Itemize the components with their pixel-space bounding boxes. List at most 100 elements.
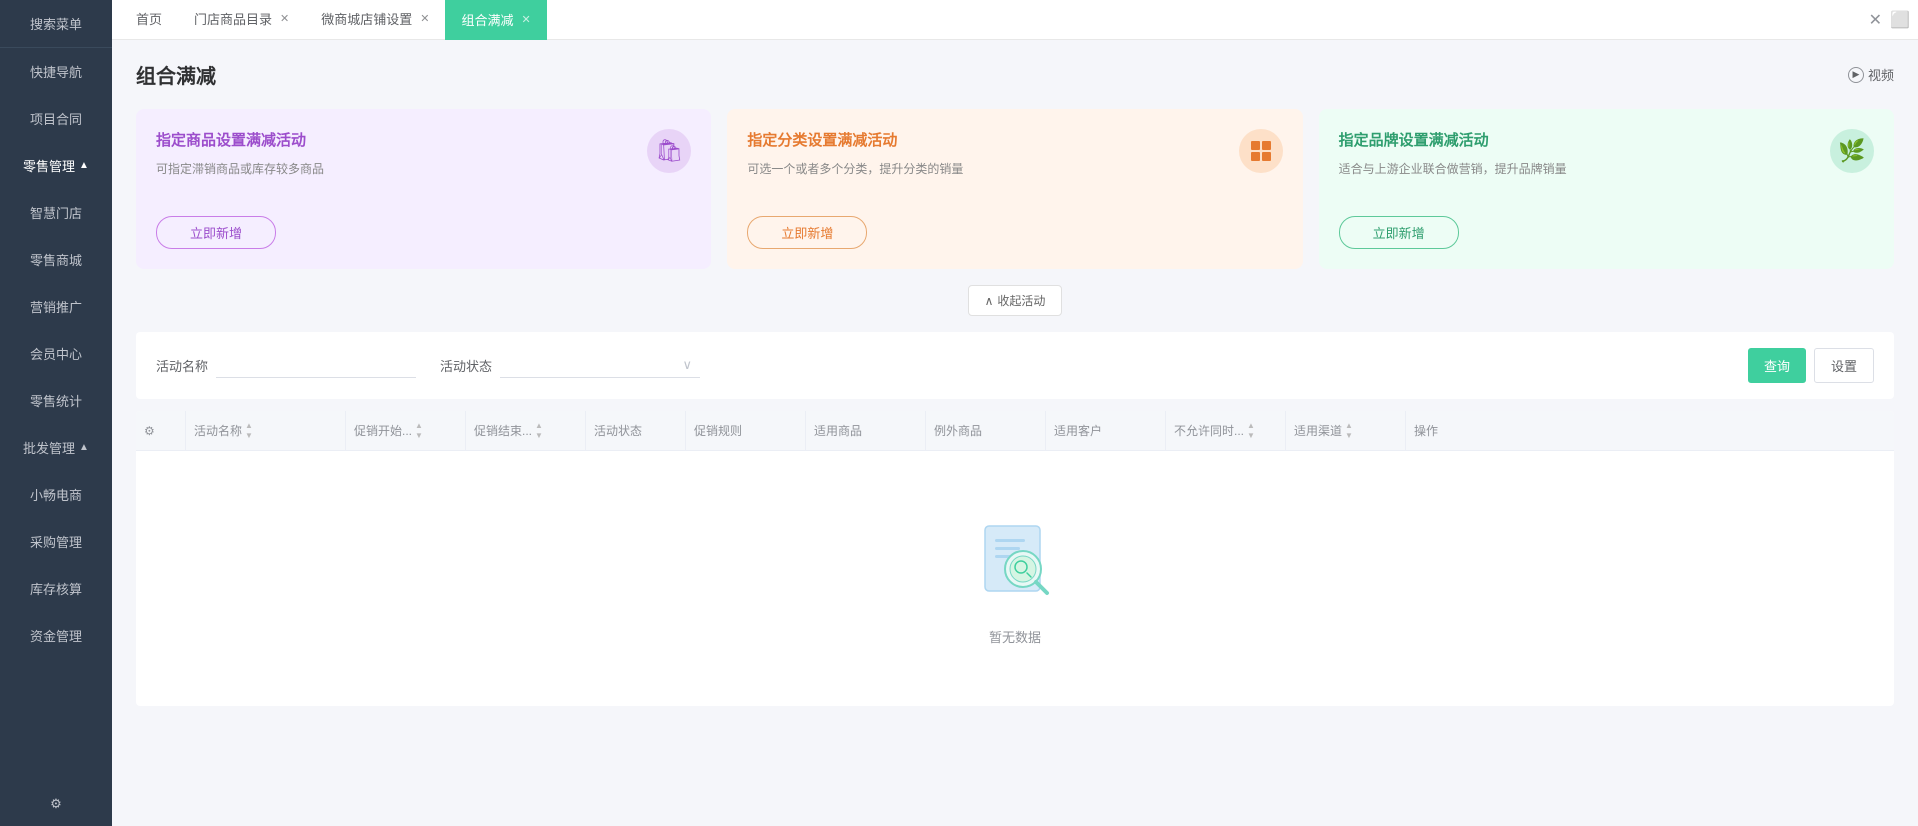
empty-text: 暂无数据 <box>136 627 1894 646</box>
tab-combo-discount[interactable]: 组合满减 ✕ <box>445 0 546 40</box>
card-category-add-button[interactable]: 立即新增 <box>747 216 867 249</box>
card-product-icon: 🛍 <box>647 129 691 173</box>
sidebar-item-label: 项目合同 <box>30 109 82 128</box>
activity-card-category: 指定分类设置满减活动 可选一个或者多个分类，提升分类的销量 立即新增 <box>727 109 1302 269</box>
sidebar-item-label: 小畅电商 <box>30 485 82 504</box>
sidebar-item-retail-mall[interactable]: 零售商城 <box>0 236 112 283</box>
sidebar-item-label: 智慧门店 <box>30 203 82 222</box>
th-settings[interactable]: ⚙ <box>136 411 186 450</box>
collapse-icon: ∧ <box>985 294 994 308</box>
sidebar-item-capital-mgmt[interactable]: 资金管理 <box>0 612 112 659</box>
card-brand-desc: 适合与上游企业联合做营销，提升品牌销量 <box>1339 160 1874 206</box>
data-table: ⚙ 活动名称 ▲▼ 促销开始... ▲▼ 促销结束... ▲▼ 活动状态 <box>136 411 1894 706</box>
th-name-label: 活动名称 <box>194 422 242 439</box>
th-actions: 操作 <box>1406 411 1506 450</box>
search-actions: 查询 设置 <box>1748 348 1874 383</box>
video-link[interactable]: ▶ 视频 <box>1848 65 1894 84</box>
sidebar-item-smart-store[interactable]: 智慧门店 <box>0 189 112 236</box>
activity-name-field: 活动名称 <box>156 354 416 378</box>
sidebar-item-label: 资金管理 <box>30 626 82 645</box>
sort-icon: ▲▼ <box>415 421 423 440</box>
th-excluded-label: 例外商品 <box>934 422 982 439</box>
card-brand-add-button[interactable]: 立即新增 <box>1339 216 1459 249</box>
gear-icon: ⚙ <box>50 796 62 811</box>
chevron-down-icon: ∨ <box>683 357 693 373</box>
tab-home-label: 首页 <box>136 9 162 28</box>
collapse-button[interactable]: ∧ 收起活动 <box>968 285 1063 316</box>
th-excluded: 例外商品 <box>926 411 1046 450</box>
th-channel-label: 适用渠道 <box>1294 422 1342 439</box>
card-brand-title: 指定品牌设置满减活动 <box>1339 129 1874 150</box>
window-maximize-icon[interactable]: ⬜ <box>1890 10 1910 30</box>
settings-icon: ⚙ <box>144 424 155 438</box>
card-category-desc: 可选一个或者多个分类，提升分类的销量 <box>747 160 1282 206</box>
window-close-icon[interactable]: ✕ <box>1869 10 1882 30</box>
tab-store-catalog-close[interactable]: ✕ <box>280 12 289 25</box>
sidebar-item-xiaochangec[interactable]: 小畅电商 <box>0 471 112 518</box>
sidebar-item-quick-nav[interactable]: 快捷导航 <box>0 48 112 95</box>
sidebar-search[interactable]: 搜索菜单 <box>0 0 112 48</box>
page-title: 组合满减 <box>136 60 216 89</box>
sidebar-item-marketing[interactable]: 营销推广 <box>0 283 112 330</box>
th-status-label: 活动状态 <box>594 422 642 439</box>
tab-wechat-store-label: 微商城店铺设置 <box>321 9 412 28</box>
search-bar: 活动名称 活动状态 ∨ 查询 设置 <box>136 332 1894 399</box>
th-name[interactable]: 活动名称 ▲▼ <box>186 411 346 450</box>
query-button[interactable]: 查询 <box>1748 348 1806 383</box>
tab-wechat-store[interactable]: 微商城店铺设置 ✕ <box>305 0 445 40</box>
sort-icon: ▲▼ <box>245 421 253 440</box>
card-category-icon <box>1239 129 1283 173</box>
activity-status-select[interactable]: ∨ <box>500 353 700 378</box>
th-customers: 适用客户 <box>1046 411 1166 450</box>
card-product-title: 指定商品设置满减活动 <box>156 129 691 150</box>
th-status: 活动状态 <box>586 411 686 450</box>
chevron-up-icon: ▲ <box>79 160 89 171</box>
activity-name-input[interactable] <box>216 354 416 378</box>
th-no-overlap-label: 不允许同时... <box>1174 422 1244 439</box>
settings-button[interactable]: 设置 <box>1814 348 1874 383</box>
activity-card-brand: 🌿 指定品牌设置满减活动 适合与上游企业联合做营销，提升品牌销量 立即新增 <box>1319 109 1894 269</box>
tab-home[interactable]: 首页 <box>120 0 178 40</box>
sidebar-item-member-center[interactable]: 会员中心 <box>0 330 112 377</box>
th-end-label: 促销结束... <box>474 422 532 439</box>
sidebar-item-purchase-mgmt[interactable]: 采购管理 <box>0 518 112 565</box>
sort-icon: ▲▼ <box>1345 421 1353 440</box>
sidebar-item-label: 零售商城 <box>30 250 82 269</box>
activity-card-product: 🛍 指定商品设置满减活动 可指定滞销商品或库存较多商品 立即新增 <box>136 109 711 269</box>
sidebar-item-project-contract[interactable]: 项目合同 <box>0 95 112 142</box>
sidebar-item-inventory[interactable]: 库存核算 <box>0 565 112 612</box>
tab-combo-discount-close[interactable]: ✕ <box>522 13 531 26</box>
th-rules: 促销规则 <box>686 411 806 450</box>
th-end[interactable]: 促销结束... ▲▼ <box>466 411 586 450</box>
sidebar-item-label: 快捷导航 <box>30 62 82 81</box>
sidebar-settings-button[interactable]: ⚙ <box>0 782 112 826</box>
sidebar-item-label: 零售管理 <box>23 156 75 175</box>
main-area: 首页 门店商品目录 ✕ 微商城店铺设置 ✕ 组合满减 ✕ ✕ ⬜ 组合满减 ▶ … <box>112 0 1918 826</box>
card-brand-icon: 🌿 <box>1830 129 1874 173</box>
sidebar-item-label: 采购管理 <box>30 532 82 551</box>
th-channel[interactable]: 适用渠道 ▲▼ <box>1286 411 1406 450</box>
activity-status-field: 活动状态 ∨ <box>440 353 700 378</box>
sidebar-item-retail-mgmt[interactable]: 零售管理 ▲ <box>0 142 112 189</box>
sidebar-item-label: 营销推广 <box>30 297 82 316</box>
card-category-title: 指定分类设置满减活动 <box>747 129 1282 150</box>
card-product-add-button[interactable]: 立即新增 <box>156 216 276 249</box>
th-start[interactable]: 促销开始... ▲▼ <box>346 411 466 450</box>
tab-bar: 首页 门店商品目录 ✕ 微商城店铺设置 ✕ 组合满减 ✕ ✕ ⬜ <box>112 0 1918 40</box>
tab-store-catalog[interactable]: 门店商品目录 ✕ <box>178 0 305 40</box>
activity-name-label: 活动名称 <box>156 356 208 375</box>
table-header: ⚙ 活动名称 ▲▼ 促销开始... ▲▼ 促销结束... ▲▼ 活动状态 <box>136 411 1894 451</box>
sidebar-item-retail-stats[interactable]: 零售统计 <box>0 377 112 424</box>
card-product-desc: 可指定滞销商品或库存较多商品 <box>156 160 691 206</box>
th-goods: 适用商品 <box>806 411 926 450</box>
th-customers-label: 适用客户 <box>1054 422 1102 439</box>
window-controls: ✕ ⬜ <box>1869 10 1910 30</box>
tab-wechat-store-close[interactable]: ✕ <box>420 12 429 25</box>
tab-combo-discount-label: 组合满减 <box>461 10 513 29</box>
chevron-down-icon: ▲ <box>79 442 89 453</box>
sidebar-item-wholesale-mgmt[interactable]: 批发管理 ▲ <box>0 424 112 471</box>
sidebar-item-label: 批发管理 <box>23 438 75 457</box>
sidebar: 搜索菜单 快捷导航 项目合同 零售管理 ▲ 智慧门店 零售商城 营销推广 会员中… <box>0 0 112 826</box>
th-no-overlap[interactable]: 不允许同时... ▲▼ <box>1166 411 1286 450</box>
activity-cards: 🛍 指定商品设置满减活动 可指定滞销商品或库存较多商品 立即新增 指定分类设置满… <box>136 109 1894 269</box>
